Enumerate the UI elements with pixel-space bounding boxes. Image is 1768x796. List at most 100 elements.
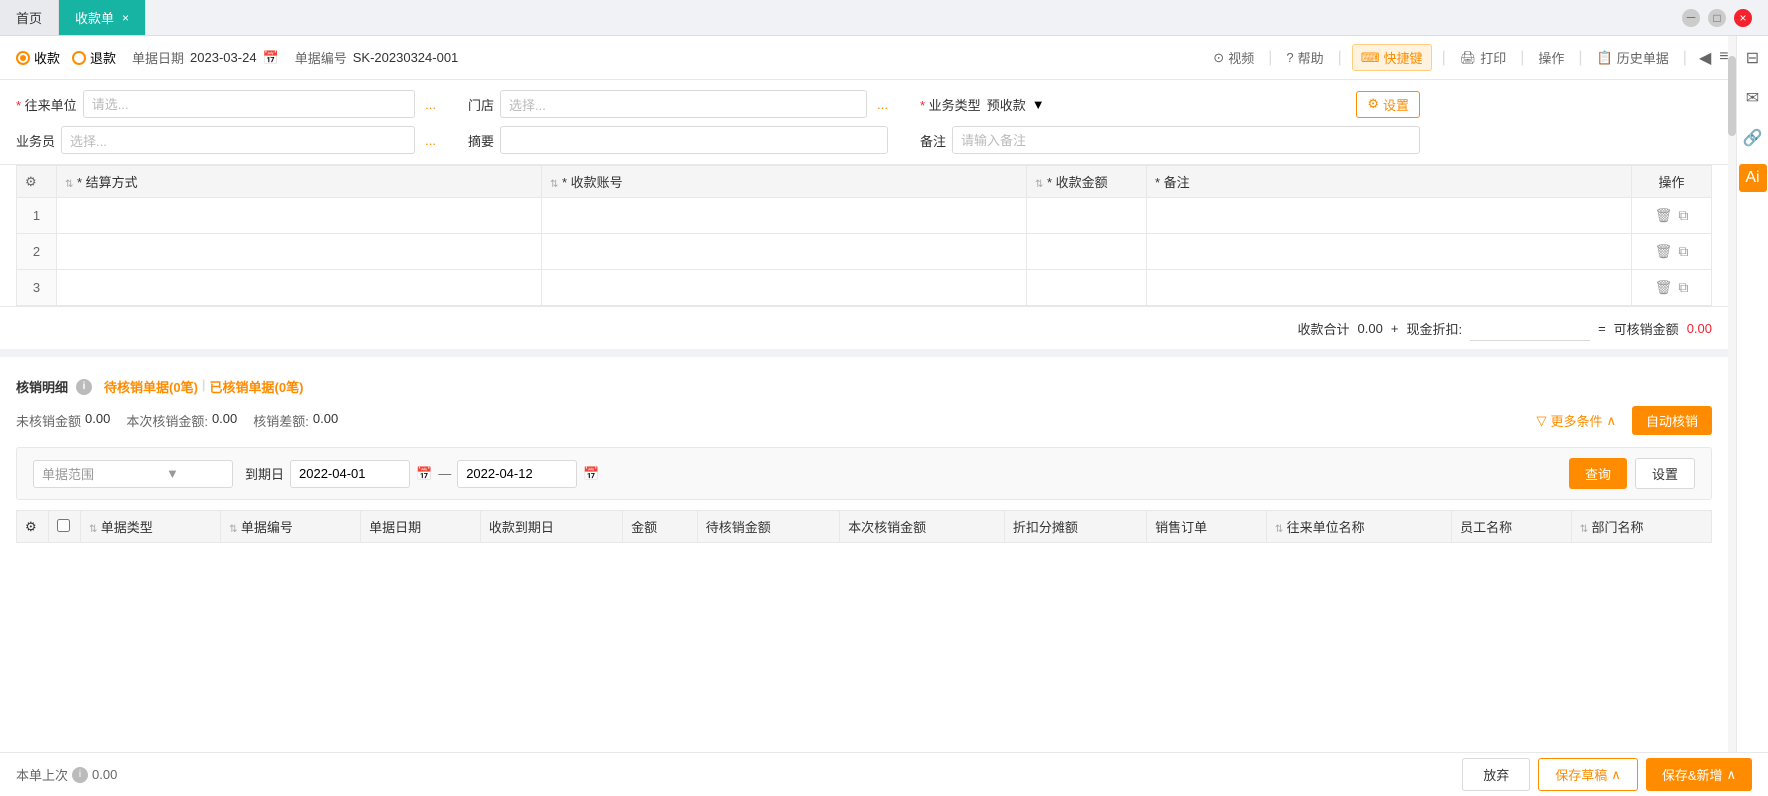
th-settlement-label: * 结算方式 [77,175,138,190]
shortcut-btn[interactable]: ⌨ 快捷键 [1352,44,1432,71]
calendar-icon[interactable]: 📅 [263,50,279,66]
date-from-input[interactable] [290,460,410,488]
history-btn[interactable]: 📋 历史单据 [1593,46,1673,69]
account-input-2[interactable] [542,234,1026,269]
remark-input-2[interactable] [1147,234,1631,269]
print-btn[interactable]: 🖨 打印 [1456,46,1511,69]
select-all-checkbox[interactable] [57,519,70,532]
date-value[interactable]: 2023-03-24 [190,50,257,65]
pending-tab[interactable]: 待核销单据(0笔) [100,377,202,396]
business-type-select[interactable]: 预收款 ▼ [987,95,1187,114]
footer-info-icon[interactable]: i [72,767,88,783]
cell-remark-1[interactable] [1147,198,1632,234]
filter-icon: ▽ [1536,413,1546,429]
copy-icon-2[interactable]: ⧉ [1678,243,1688,260]
calendar-from-icon[interactable]: 📅 [416,466,432,482]
settings-button[interactable]: ⚙ 设置 [1356,91,1420,118]
business-type-value: 预收款 [987,95,1026,114]
auto-cancel-button[interactable]: 自动核销 [1632,406,1712,435]
counterpart-ellipsis[interactable]: ... [425,97,436,112]
cell-amount-2[interactable] [1027,234,1147,270]
close-button[interactable]: × [1734,9,1752,27]
amount-input-2[interactable] [1027,234,1146,269]
settings-button-2[interactable]: 设置 [1635,458,1695,489]
cell-remark-3[interactable] [1147,270,1632,306]
remark-input[interactable] [952,126,1420,154]
th-remark: * 备注 [1147,166,1632,198]
th-gear-sub[interactable]: ⚙ [17,511,49,543]
nuclear-section: 核销明细 i 待核销单据(0笔) | 已核销单据(0笔) 未核销金额 0.00 … [0,365,1728,555]
date-to-input[interactable] [457,460,577,488]
delete-icon-2[interactable]: 🗑 [1655,243,1673,260]
query-button[interactable]: 查询 [1569,458,1627,489]
cell-settlement-3[interactable] [57,270,542,306]
staff-ellipsis[interactable]: ... [425,133,436,148]
video-label: 视频 [1228,48,1254,67]
th-gear[interactable]: ⚙ [17,166,57,198]
cell-amount-1[interactable] [1027,198,1147,234]
tab-receipt-label: 收款单 [75,8,114,27]
prev-icon[interactable]: ◀ [1697,46,1713,70]
remark-input-1[interactable] [1147,198,1631,233]
cell-settlement-2[interactable] [57,234,542,270]
docnum-value[interactable]: SK-20230324-001 [353,50,459,65]
delete-icon-3[interactable]: 🗑 [1655,279,1673,296]
maximize-button[interactable]: □ [1708,9,1726,27]
amount-input-1[interactable] [1027,198,1146,233]
delete-icon-1[interactable]: 🗑 [1655,207,1673,224]
cell-account-2[interactable] [542,234,1027,270]
cell-settlement-1[interactable] [57,198,542,234]
summary-input[interactable] [500,126,888,154]
tab-close-icon[interactable]: × [122,11,129,25]
cell-remark-2[interactable] [1147,234,1632,270]
account-input-1[interactable] [542,198,1026,233]
store-ellipsis[interactable]: ... [877,97,888,112]
form-row-2: 业务员 选择... ... 摘要 备注 [16,126,1712,154]
amount-input-3[interactable] [1027,270,1146,305]
scope-select[interactable]: 单据范围 ▼ [33,460,233,488]
remark-input-3[interactable] [1147,270,1631,305]
scrollbar-thumb[interactable] [1728,56,1736,136]
total-label: 收款合计 [1298,319,1350,338]
tab-receipt[interactable]: 收款单 × [59,0,146,35]
minimize-button[interactable]: － [1682,9,1700,27]
info-icon[interactable]: i [76,379,92,395]
abandon-button[interactable]: 放弃 [1462,758,1530,791]
save-new-button[interactable]: 保存&新增 ∧ [1646,758,1752,791]
done-tab[interactable]: 已核销单据(0笔) [206,377,308,396]
tab-home[interactable]: 首页 [0,0,59,35]
th-checkbox[interactable] [49,511,81,543]
copy-icon-3[interactable]: ⧉ [1678,279,1688,296]
help-btn[interactable]: ? 帮助 [1282,46,1327,69]
operation-btn[interactable]: 操作 [1534,46,1568,69]
radio-receipt[interactable]: 收款 [16,48,60,67]
cell-account-1[interactable] [542,198,1027,234]
save-draft-button[interactable]: 保存草稿 ∧ [1538,758,1638,791]
divider2: | [1338,49,1342,67]
store-select[interactable]: 选择... [500,90,867,118]
scrollbar[interactable] [1728,36,1736,796]
counterpart-input[interactable] [83,90,415,118]
footer-info: 本单上次 i 0.00 [16,765,117,784]
settlement-input-1[interactable] [57,198,541,233]
settlement-input-3[interactable] [57,270,541,305]
sidebar-ai-icon[interactable]: Ai [1739,164,1767,192]
sidebar-link-icon[interactable]: 🔗 [1739,124,1767,152]
summary-label: 摘要 [468,131,494,150]
account-input-3[interactable] [542,270,1026,305]
calendar-to-icon[interactable]: 📅 [583,466,599,482]
more-conditions-btn[interactable]: ▽ 更多条件 ∧ [1536,411,1616,430]
copy-icon-1[interactable]: ⧉ [1678,207,1688,224]
cell-account-3[interactable] [542,270,1027,306]
operation-label: 操作 [1538,48,1564,67]
video-btn[interactable]: ⊙ 视频 [1209,46,1258,69]
radio-refund[interactable]: 退款 [72,48,116,67]
discount-input[interactable] [1470,315,1590,341]
cell-amount-3[interactable] [1027,270,1147,306]
tab-bar: 首页 收款单 × － □ × [0,0,1768,36]
sidebar-mail-icon[interactable]: ✉ [1739,84,1767,112]
staff-select[interactable]: 选择... [61,126,415,154]
settlement-input-2[interactable] [57,234,541,269]
sidebar-table-icon[interactable]: ⊟ [1739,44,1767,72]
footer-left: 本单上次 i 0.00 [16,765,1446,784]
